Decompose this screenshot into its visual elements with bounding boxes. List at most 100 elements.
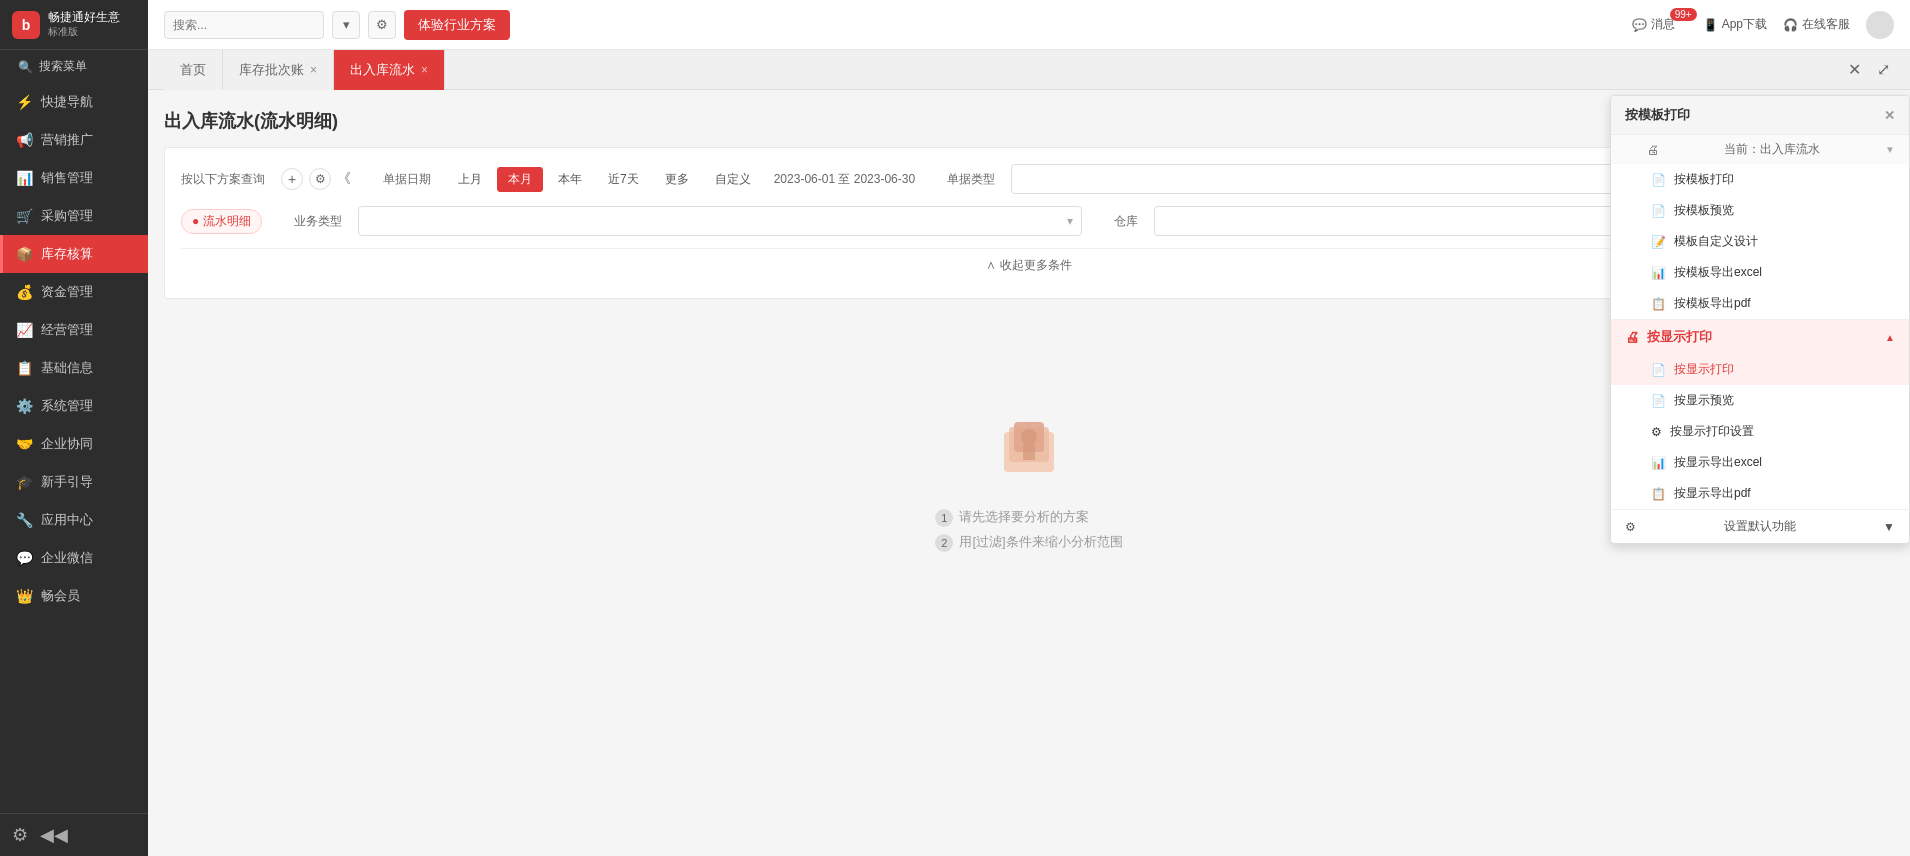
sidebar-item-appcenter[interactable]: 🔧 应用中心 (0, 501, 148, 539)
sidebar-item-sales[interactable]: 📊 销售管理 (0, 159, 148, 197)
empty-tip-2: 2 用[过滤]条件来缩小分析范围 (935, 533, 1122, 552)
filter-collapse-left-button[interactable]: 《 (337, 170, 351, 188)
biz-type-select[interactable]: ▾ (358, 206, 1081, 236)
appcenter-icon: 🔧 (15, 511, 33, 529)
sidebar-item-operation[interactable]: 📈 经营管理 (0, 311, 148, 349)
warehouse-label: 仓库 (1114, 213, 1138, 230)
sidebar-item-finance[interactable]: 💰 资金管理 (0, 273, 148, 311)
current-chevron: ▼ (1885, 144, 1895, 155)
template-print-item[interactable]: 📄 按模板打印 (1611, 164, 1909, 195)
date-tag-more[interactable]: 更多 (654, 167, 700, 192)
display-settings-icon: ⚙ (1651, 425, 1662, 439)
display-preview-doc-icon: 📄 (1651, 394, 1666, 408)
print-dropdown-panel: 按模板打印 ✕ 🖨 当前：出入库流水 ▼ 📄 按模板打印 📄 按模板预览 📝 模… (1610, 95, 1910, 544)
template-export-pdf-item[interactable]: 📋 按模板导出pdf (1611, 288, 1909, 319)
display-print-settings-item[interactable]: ⚙ 按显示打印设置 (1611, 416, 1909, 447)
date-tag-custom[interactable]: 自定义 (704, 167, 762, 192)
sidebar-item-search[interactable]: 🔍 搜索菜单 (0, 50, 148, 83)
display-pdf-icon: 📋 (1651, 487, 1666, 501)
template-preview-item[interactable]: 📄 按模板预览 (1611, 195, 1909, 226)
logo-icon: b (12, 11, 40, 39)
edition-label: 标准版 (48, 25, 120, 39)
message-icon: 💬 (1632, 18, 1647, 32)
sidebar-item-guide[interactable]: 🎓 新手引导 (0, 463, 148, 501)
date-range-display: 2023-06-01 至 2023-06-30 (774, 171, 915, 188)
online-service-button[interactable]: 🎧 在线客服 (1783, 16, 1850, 33)
sidebar-item-wechat[interactable]: 💬 企业微信 (0, 539, 148, 577)
quicknav-icon: ⚡ (15, 93, 33, 111)
topbar-left: ▾ ⚙ 体验行业方案 (164, 10, 1620, 40)
sales-icon: 📊 (15, 169, 33, 187)
sidebar-item-marketing[interactable]: 📢 营销推广 (0, 121, 148, 159)
display-export-pdf-item[interactable]: 📋 按显示导出pdf (1611, 478, 1909, 509)
template-pdf-icon: 📋 (1651, 297, 1666, 311)
page-title: 出入库流水(流水明细) (164, 109, 338, 133)
filter-settings-button[interactable]: ⚙ (309, 168, 331, 190)
sidebar-item-vip[interactable]: 👑 畅会员 (0, 577, 148, 615)
industry-solution-button[interactable]: 体验行业方案 (404, 10, 510, 40)
template-custom-item[interactable]: 📝 模板自定义设计 (1611, 226, 1909, 257)
display-preview-item[interactable]: 📄 按显示预览 (1611, 385, 1909, 416)
date-tag-this-month[interactable]: 本月 (497, 167, 543, 192)
sidebar-item-quicknav[interactable]: ⚡ 快捷导航 (0, 83, 148, 121)
display-print-section: 🖨 按显示打印 ▲ 📄 按显示打印 📄 按显示预览 ⚙ 按显示打印设置 📊 按显… (1611, 320, 1909, 510)
topbar-dropdown-button[interactable]: ▾ (332, 11, 360, 39)
topbar-search-input[interactable] (164, 11, 324, 39)
finance-icon: 💰 (15, 283, 33, 301)
topbar-gear-button[interactable]: ⚙ (368, 11, 396, 39)
display-export-excel-item[interactable]: 📊 按显示导出excel (1611, 447, 1909, 478)
tab-batch-close[interactable]: × (310, 63, 317, 77)
display-print-item[interactable]: 📄 按显示打印 (1611, 354, 1909, 385)
date-tag-this-year[interactable]: 本年 (547, 167, 593, 192)
basic-icon: 📋 (15, 359, 33, 377)
tab-expand-button[interactable]: ⤢ (1873, 56, 1894, 83)
sidebar-collapse-button[interactable]: ◀◀ (40, 824, 68, 846)
sidebar-item-system[interactable]: ⚙️ 系统管理 (0, 387, 148, 425)
filter-add-button[interactable]: + (281, 168, 303, 190)
brand-name: 畅捷通好生意 (48, 10, 120, 26)
sidebar-item-purchase[interactable]: 🛒 采购管理 (0, 197, 148, 235)
tab-batch[interactable]: 库存批次账 × (223, 50, 334, 90)
collapse-chevron-icon: ∧ (986, 258, 999, 272)
display-print-section-icon: 🖨 (1625, 329, 1639, 345)
wechat-icon: 💬 (15, 549, 33, 567)
date-label: 单据日期 (383, 171, 431, 188)
tab-close-all-button[interactable]: ✕ (1844, 56, 1865, 83)
template-print-section: 📄 按模板打印 📄 按模板预览 📝 模板自定义设计 📊 按模板导出excel 📋… (1611, 164, 1909, 320)
biz-type-chevron: ▾ (1067, 214, 1073, 228)
sidebar-item-collab[interactable]: 🤝 企业协同 (0, 425, 148, 463)
system-icon: ⚙️ (15, 397, 33, 415)
sidebar-footer: ⚙ ◀◀ (0, 813, 148, 856)
tab-home[interactable]: 首页 (164, 50, 223, 90)
app-download-button[interactable]: 📱 App下载 (1703, 16, 1767, 33)
sub-filter-tag-water[interactable]: ● 流水明细 (181, 209, 262, 234)
sidebar-item-inventory[interactable]: 📦 库存核算 (0, 235, 148, 273)
date-tag-last-month[interactable]: 上月 (447, 167, 493, 192)
date-filter-group: 上月 本月 本年 近7天 更多 自定义 2023-06-01 至 2023-06… (447, 167, 915, 192)
dropdown-footer-settings[interactable]: ⚙ 设置默认功能 ▼ (1611, 510, 1909, 543)
tabbar: 首页 库存批次账 × 出入库流水 × ✕ ⤢ (148, 50, 1910, 90)
sidebar: b 畅捷通好生意 标准版 🔍 搜索菜单 ⚡ 快捷导航 📢 营销推广 📊 销售管理… (0, 0, 148, 856)
footer-settings-button[interactable]: ⚙ (12, 824, 28, 846)
vip-icon: 👑 (15, 587, 33, 605)
tab-flow-close[interactable]: × (421, 63, 428, 77)
dropdown-close-icon[interactable]: ✕ (1884, 108, 1895, 123)
empty-state-icon (989, 412, 1069, 492)
template-export-excel-item[interactable]: 📊 按模板导出excel (1611, 257, 1909, 288)
display-print-chevron: ▲ (1885, 332, 1895, 343)
footer-settings-icon: ⚙ (1625, 520, 1636, 534)
tab-flow[interactable]: 出入库流水 × (334, 50, 445, 90)
purchase-icon: 🛒 (15, 207, 33, 225)
user-avatar[interactable] (1866, 11, 1894, 39)
svg-rect-4 (1023, 444, 1035, 460)
message-button[interactable]: 💬 消息 99+ (1632, 16, 1687, 33)
template-custom-icon: 📝 (1651, 235, 1666, 249)
operation-icon: 📈 (15, 321, 33, 339)
current-template-label: 🖨 当前：出入库流水 ▼ (1611, 135, 1909, 164)
topbar-right: 💬 消息 99+ 📱 App下载 🎧 在线客服 (1632, 11, 1894, 39)
date-tag-7days[interactable]: 近7天 (597, 167, 650, 192)
sidebar-item-basic[interactable]: 📋 基础信息 (0, 349, 148, 387)
display-print-section-header[interactable]: 🖨 按显示打印 ▲ (1611, 320, 1909, 354)
filter-controls: + ⚙ 《 (281, 168, 351, 190)
guide-icon: 🎓 (15, 473, 33, 491)
